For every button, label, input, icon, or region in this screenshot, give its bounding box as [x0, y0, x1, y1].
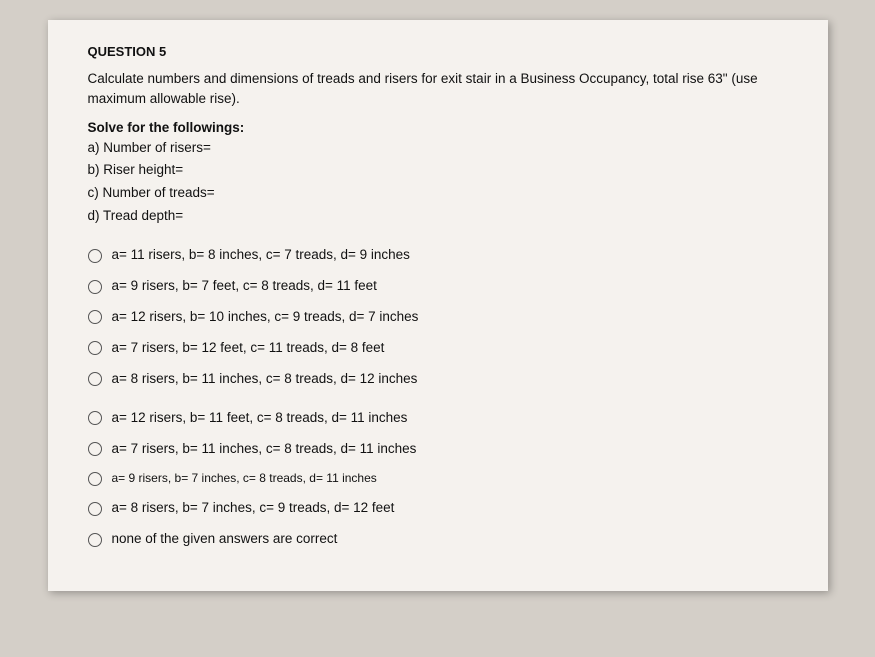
option-9[interactable]: a= 8 risers, b= 7 inches, c= 9 treads, d…	[88, 499, 788, 518]
radio-7[interactable]	[88, 442, 102, 456]
radio-4[interactable]	[88, 341, 102, 355]
option-label-5: a= 8 risers, b= 11 inches, c= 8 treads, …	[112, 370, 418, 389]
radio-1[interactable]	[88, 249, 102, 263]
option-label-2: a= 9 risers, b= 7 feet, c= 8 treads, d= …	[112, 277, 377, 296]
option-8[interactable]: a= 9 risers, b= 7 inches, c= 8 treads, d…	[88, 470, 788, 487]
question-number: QUESTION 5	[88, 44, 788, 59]
exam-page: QUESTION 5 Calculate numbers and dimensi…	[48, 20, 828, 591]
radio-6[interactable]	[88, 411, 102, 425]
option-label-3: a= 12 risers, b= 10 inches, c= 9 treads,…	[112, 308, 419, 327]
question-description: Calculate numbers and dimensions of trea…	[88, 69, 788, 110]
option-label-7: a= 7 risers, b= 11 inches, c= 8 treads, …	[112, 440, 417, 459]
option-7[interactable]: a= 7 risers, b= 11 inches, c= 8 treads, …	[88, 440, 788, 459]
sub-item-d: d) Tread depth=	[88, 205, 788, 228]
option-label-1: a= 11 risers, b= 8 inches, c= 7 treads, …	[112, 246, 410, 265]
solve-intro: Solve for the followings:	[88, 120, 788, 135]
option-6[interactable]: a= 12 risers, b= 11 feet, c= 8 treads, d…	[88, 409, 788, 428]
sub-item-a: a) Number of risers=	[88, 137, 788, 160]
radio-5[interactable]	[88, 372, 102, 386]
option-3[interactable]: a= 12 risers, b= 10 inches, c= 9 treads,…	[88, 308, 788, 327]
radio-8[interactable]	[88, 472, 102, 486]
radio-10[interactable]	[88, 533, 102, 547]
option-10[interactable]: none of the given answers are correct	[88, 530, 788, 549]
option-5[interactable]: a= 8 risers, b= 11 inches, c= 8 treads, …	[88, 370, 788, 389]
option-1[interactable]: a= 11 risers, b= 8 inches, c= 7 treads, …	[88, 246, 788, 265]
option-label-10: none of the given answers are correct	[112, 530, 338, 549]
sub-item-b: b) Riser height=	[88, 159, 788, 182]
option-label-8: a= 9 risers, b= 7 inches, c= 8 treads, d…	[112, 470, 377, 487]
option-label-4: a= 7 risers, b= 12 feet, c= 11 treads, d…	[112, 339, 385, 358]
radio-2[interactable]	[88, 280, 102, 294]
radio-9[interactable]	[88, 502, 102, 516]
sub-item-c: c) Number of treads=	[88, 182, 788, 205]
option-2[interactable]: a= 9 risers, b= 7 feet, c= 8 treads, d= …	[88, 277, 788, 296]
option-label-6: a= 12 risers, b= 11 feet, c= 8 treads, d…	[112, 409, 408, 428]
radio-3[interactable]	[88, 310, 102, 324]
sub-items-list: a) Number of risers= b) Riser height= c)…	[88, 137, 788, 229]
answer-options: a= 11 risers, b= 8 inches, c= 7 treads, …	[88, 246, 788, 549]
option-4[interactable]: a= 7 risers, b= 12 feet, c= 11 treads, d…	[88, 339, 788, 358]
option-label-9: a= 8 risers, b= 7 inches, c= 9 treads, d…	[112, 499, 395, 518]
